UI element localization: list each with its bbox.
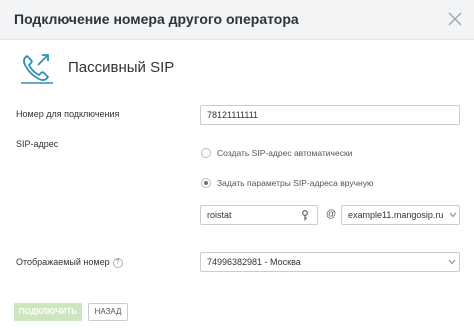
connect-button[interactable]: ПОДКЛЮЧИТЬ bbox=[14, 303, 82, 321]
chevron-down-icon bbox=[449, 212, 457, 218]
phone-connect-icon bbox=[21, 54, 53, 84]
sip-login-value: roistat bbox=[207, 210, 232, 220]
sip-domain-value: example11.mangosip.ru bbox=[348, 210, 444, 220]
radio-manual-label: Задать параметры SIP-адреса вручную bbox=[217, 178, 374, 188]
back-button[interactable]: НАЗАД bbox=[88, 303, 128, 321]
close-icon[interactable] bbox=[444, 8, 466, 30]
key-icon[interactable] bbox=[301, 210, 309, 221]
at-sign: @ bbox=[326, 209, 337, 220]
number-label: Номер для подключения bbox=[16, 109, 120, 119]
display-number-label-text: Отображаемый номер bbox=[16, 257, 110, 267]
display-number-label: Отображаемый номер? bbox=[16, 257, 123, 268]
radio-auto-button[interactable] bbox=[201, 148, 211, 158]
display-number-select[interactable]: 74996382981 - Москва bbox=[200, 252, 460, 272]
help-icon[interactable]: ? bbox=[112, 257, 123, 268]
display-number-value: 74996382981 - Москва bbox=[207, 257, 301, 267]
sip-address-label: SIP-адрес bbox=[16, 139, 59, 149]
radio-auto-label: Создать SIP-адрес автоматически bbox=[217, 148, 353, 158]
sip-domain-select[interactable]: example11.mangosip.ru bbox=[341, 205, 460, 225]
dialog-header: Подключение номера другого оператора bbox=[0, 0, 474, 40]
section-title: Пассивный SIP bbox=[68, 59, 175, 76]
radio-manual-button[interactable] bbox=[201, 178, 211, 188]
radio-auto-sip[interactable]: Создать SIP-адрес автоматически bbox=[201, 148, 352, 158]
number-input[interactable]: 78121111111 bbox=[200, 105, 460, 125]
chevron-down-icon bbox=[448, 259, 456, 265]
sip-login-input[interactable]: roistat bbox=[200, 205, 318, 225]
radio-manual-sip[interactable]: Задать параметры SIP-адреса вручную bbox=[201, 178, 373, 188]
dialog-title: Подключение номера другого оператора bbox=[14, 11, 299, 27]
